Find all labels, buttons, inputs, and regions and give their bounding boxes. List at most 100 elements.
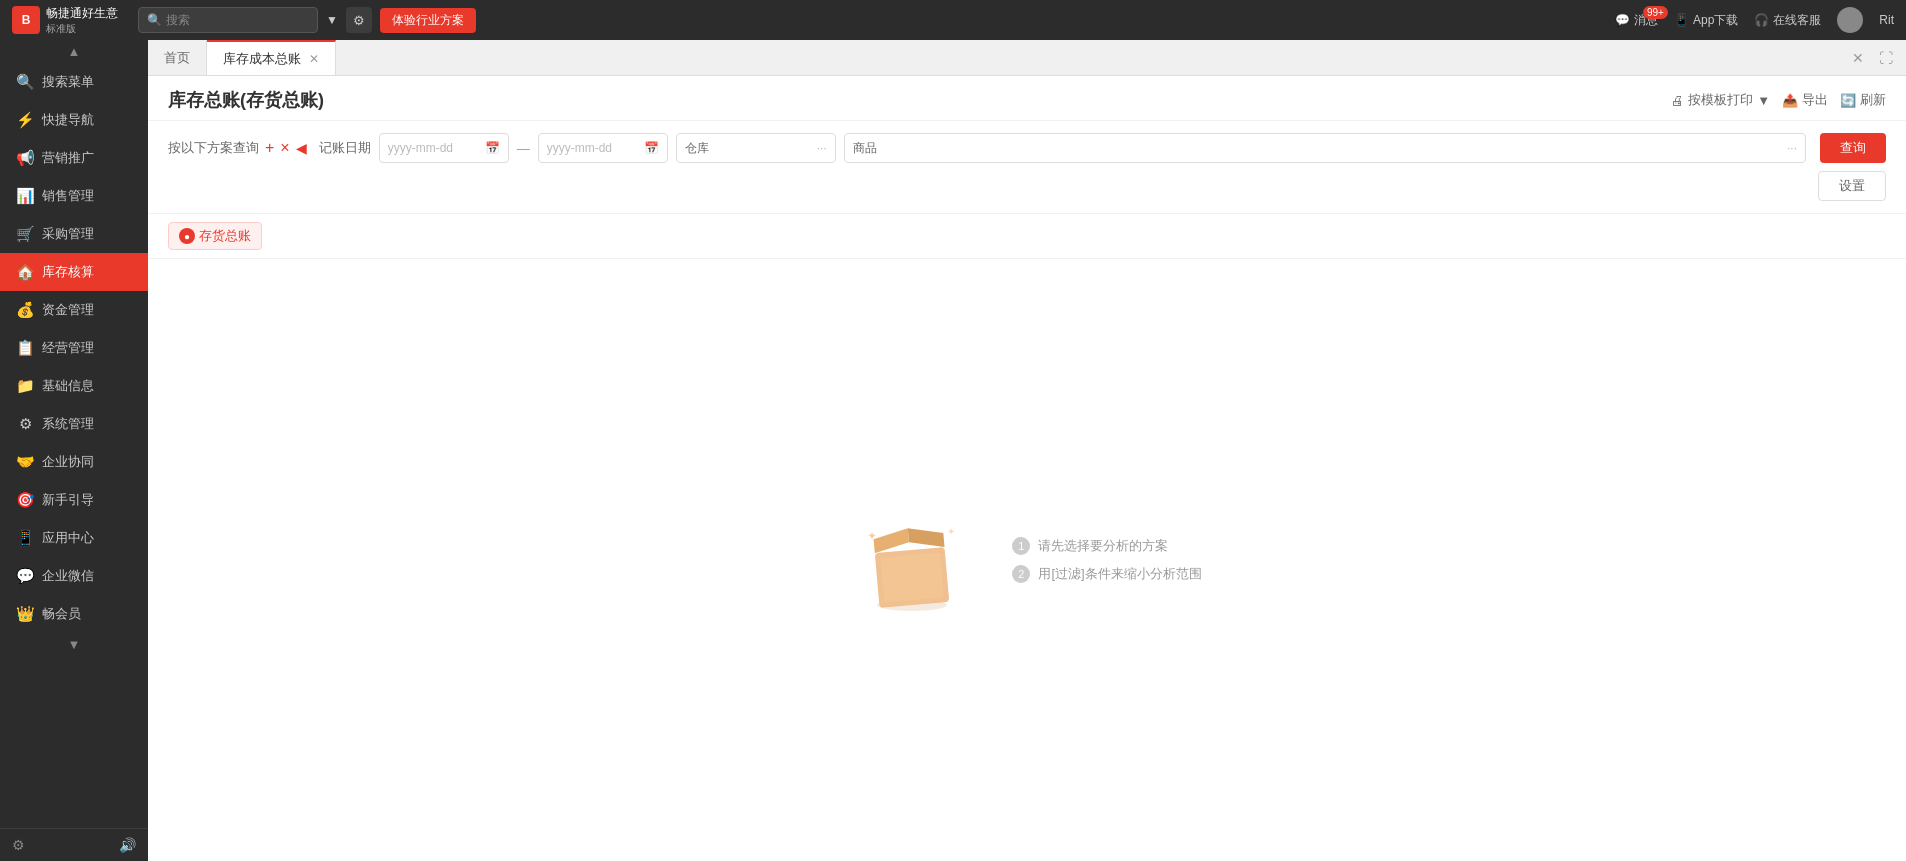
member-icon: 👑 [16, 605, 34, 623]
sidebar-item-wechat[interactable]: 💬 企业微信 [0, 557, 148, 595]
app-download-item[interactable]: 📱 App下载 [1674, 12, 1738, 29]
sidebar-label-sales: 销售管理 [42, 187, 94, 205]
sidebar-label-quick-nav: 快捷导航 [42, 111, 94, 129]
tab-expand-btn[interactable]: ⛶ [1874, 46, 1898, 70]
tab-close-all-btn[interactable]: ✕ [1846, 46, 1870, 70]
sidebar-item-purchase[interactable]: 🛒 采购管理 [0, 215, 148, 253]
basic-info-icon: 📁 [16, 377, 34, 395]
tip-text-1: 请先选择要分析的方案 [1038, 537, 1168, 555]
svg-rect-2 [881, 552, 945, 602]
sidebar-item-member[interactable]: 👑 畅会员 [0, 595, 148, 633]
settings-icon[interactable]: ⚙ [346, 7, 372, 33]
sidebar-label-search: 搜索菜单 [42, 73, 94, 91]
headset-icon: 🎧 [1754, 13, 1769, 27]
filter-collapse-btn[interactable]: ◀ [296, 140, 307, 156]
scheme-tag-icon: ● [179, 228, 195, 244]
empty-svg: ✦ ✦ ✦ [852, 500, 972, 620]
warehouse-select[interactable]: 仓库 ··· [676, 133, 836, 163]
wechat-icon: 💬 [16, 567, 34, 585]
sidebar-label-system: 系统管理 [42, 415, 94, 433]
tab-bar-right: ✕ ⛶ [1846, 46, 1906, 70]
purchase-icon: 🛒 [16, 225, 34, 243]
sidebar-label-capital: 资金管理 [42, 301, 94, 319]
online-service-item[interactable]: 🎧 在线客服 [1754, 12, 1821, 29]
trial-button[interactable]: 体验行业方案 [380, 8, 476, 33]
dropdown-btn[interactable]: ▼ [326, 13, 338, 27]
search-input[interactable]: 🔍 搜索 [138, 7, 318, 33]
sidebar-label-member: 畅会员 [42, 605, 81, 623]
empty-state: ✦ ✦ ✦ 1 请先选择要分析的方案 2 用[过滤]条件来缩小分析范围 [148, 259, 1906, 861]
date-separator: — [517, 141, 530, 156]
sidebar-item-marketing[interactable]: 📢 营销推广 [0, 139, 148, 177]
filter-delete-btn[interactable]: × [280, 139, 289, 157]
sidebar-label-basic-info: 基础信息 [42, 377, 94, 395]
tab-bar: 首页 库存成本总账 ✕ ✕ ⛶ [148, 40, 1906, 76]
sidebar-scroll-up[interactable]: ▲ [0, 40, 148, 63]
sidebar-label-beginner: 新手引导 [42, 491, 94, 509]
logo-icon: B [12, 6, 40, 34]
sidebar-item-search[interactable]: 🔍 搜索菜单 [0, 63, 148, 101]
sidebar: ▲ 🔍 搜索菜单 ⚡ 快捷导航 📢 营销推广 📊 销售管理 🛒 采购管理 🏠 库… [0, 40, 148, 861]
sidebar-settings-btn[interactable]: ⚙ [12, 837, 25, 853]
sidebar-scroll-down[interactable]: ▼ [0, 633, 148, 656]
quick-nav-icon: ⚡ [16, 111, 34, 129]
sidebar-item-app-center[interactable]: 📱 应用中心 [0, 519, 148, 557]
calendar-icon: 📅 [485, 141, 500, 155]
top-header-left: B 畅捷通好生意 标准版 [12, 5, 118, 36]
filter-add-btn[interactable]: + [265, 139, 274, 157]
page-header: 库存总账(存货总账) 🖨 按模板打印 ▼ 📤 导出 🔄 刷新 [148, 76, 1906, 121]
sidebar-item-system[interactable]: ⚙ 系统管理 [0, 405, 148, 443]
empty-tip-1: 1 请先选择要分析的方案 [1012, 537, 1201, 555]
tab-home[interactable]: 首页 [148, 40, 207, 75]
filter-actions: 查询 设置 [1818, 133, 1886, 201]
page-header-actions: 🖨 按模板打印 ▼ 📤 导出 🔄 刷新 [1671, 91, 1886, 109]
sidebar-item-sales[interactable]: 📊 销售管理 [0, 177, 148, 215]
app-center-icon: 📱 [16, 529, 34, 547]
filter-settings-button[interactable]: 设置 [1818, 171, 1886, 201]
print-dropdown-icon: ▼ [1757, 93, 1770, 108]
sidebar-item-quick-nav[interactable]: ⚡ 快捷导航 [0, 101, 148, 139]
page-title: 库存总账(存货总账) [168, 88, 324, 112]
sidebar-item-beginner[interactable]: 🎯 新手引导 [0, 481, 148, 519]
refresh-btn[interactable]: 🔄 刷新 [1840, 91, 1886, 109]
top-header-center: 🔍 搜索 ▼ ⚙ 体验行业方案 [138, 7, 1615, 33]
sidebar-label-marketing: 营销推广 [42, 149, 94, 167]
marketing-icon: 📢 [16, 149, 34, 167]
message-badge: 99+ [1643, 6, 1668, 19]
product-select[interactable]: 商品 ··· [844, 133, 1806, 163]
sales-icon: 📊 [16, 187, 34, 205]
inventory-icon: 🏠 [16, 263, 34, 281]
filter-controls: 记账日期 yyyy-mm-dd 📅 — yyyy-mm-dd 📅 仓库 · [319, 133, 1806, 163]
search-menu-icon: 🔍 [16, 73, 34, 91]
sidebar-item-cooperation[interactable]: 🤝 企业协同 [0, 443, 148, 481]
message-icon: 💬 [1615, 13, 1630, 27]
sidebar-item-capital[interactable]: 💰 资金管理 [0, 291, 148, 329]
avatar[interactable] [1837, 7, 1863, 33]
date-start-input[interactable]: yyyy-mm-dd 📅 [379, 133, 509, 163]
search-icon: 🔍 [147, 13, 162, 27]
product-more-icon: ··· [1787, 141, 1797, 155]
scheme-tag-label: 存货总账 [199, 227, 251, 245]
filter-row-date: 记账日期 yyyy-mm-dd 📅 — yyyy-mm-dd 📅 仓库 · [319, 133, 1806, 163]
scheme-area: ● 存货总账 [148, 214, 1906, 259]
date-end-input[interactable]: yyyy-mm-dd 📅 [538, 133, 668, 163]
export-icon: 📤 [1782, 93, 1798, 108]
sidebar-item-basic-info[interactable]: 📁 基础信息 [0, 367, 148, 405]
sidebar-item-operations[interactable]: 📋 经营管理 [0, 329, 148, 367]
sidebar-item-inventory[interactable]: 🏠 库存核算 [0, 253, 148, 291]
tab-close-icon[interactable]: ✕ [309, 52, 319, 66]
query-button[interactable]: 查询 [1820, 133, 1886, 163]
tip-number-1: 1 [1012, 537, 1030, 555]
sidebar-label-operations: 经营管理 [42, 339, 94, 357]
svg-text:✦: ✦ [947, 526, 955, 537]
sidebar-label-inventory: 库存核算 [42, 263, 94, 281]
filter-section-title: 按以下方案查询 + × ◀ [168, 133, 307, 157]
logo-text: 畅捷通好生意 标准版 [46, 5, 118, 36]
scheme-tag[interactable]: ● 存货总账 [168, 222, 262, 250]
print-btn[interactable]: 🖨 按模板打印 ▼ [1671, 91, 1770, 109]
message-item[interactable]: 💬 消息 99+ [1615, 12, 1658, 29]
content-area: 首页 库存成本总账 ✕ ✕ ⛶ 库存总账(存货总账) 🖨 按模板打印 ▼ [148, 40, 1906, 861]
tab-inventory-ledger[interactable]: 库存成本总账 ✕ [207, 40, 336, 75]
export-btn[interactable]: 📤 导出 [1782, 91, 1828, 109]
sidebar-audio-btn[interactable]: 🔊 [119, 837, 136, 853]
